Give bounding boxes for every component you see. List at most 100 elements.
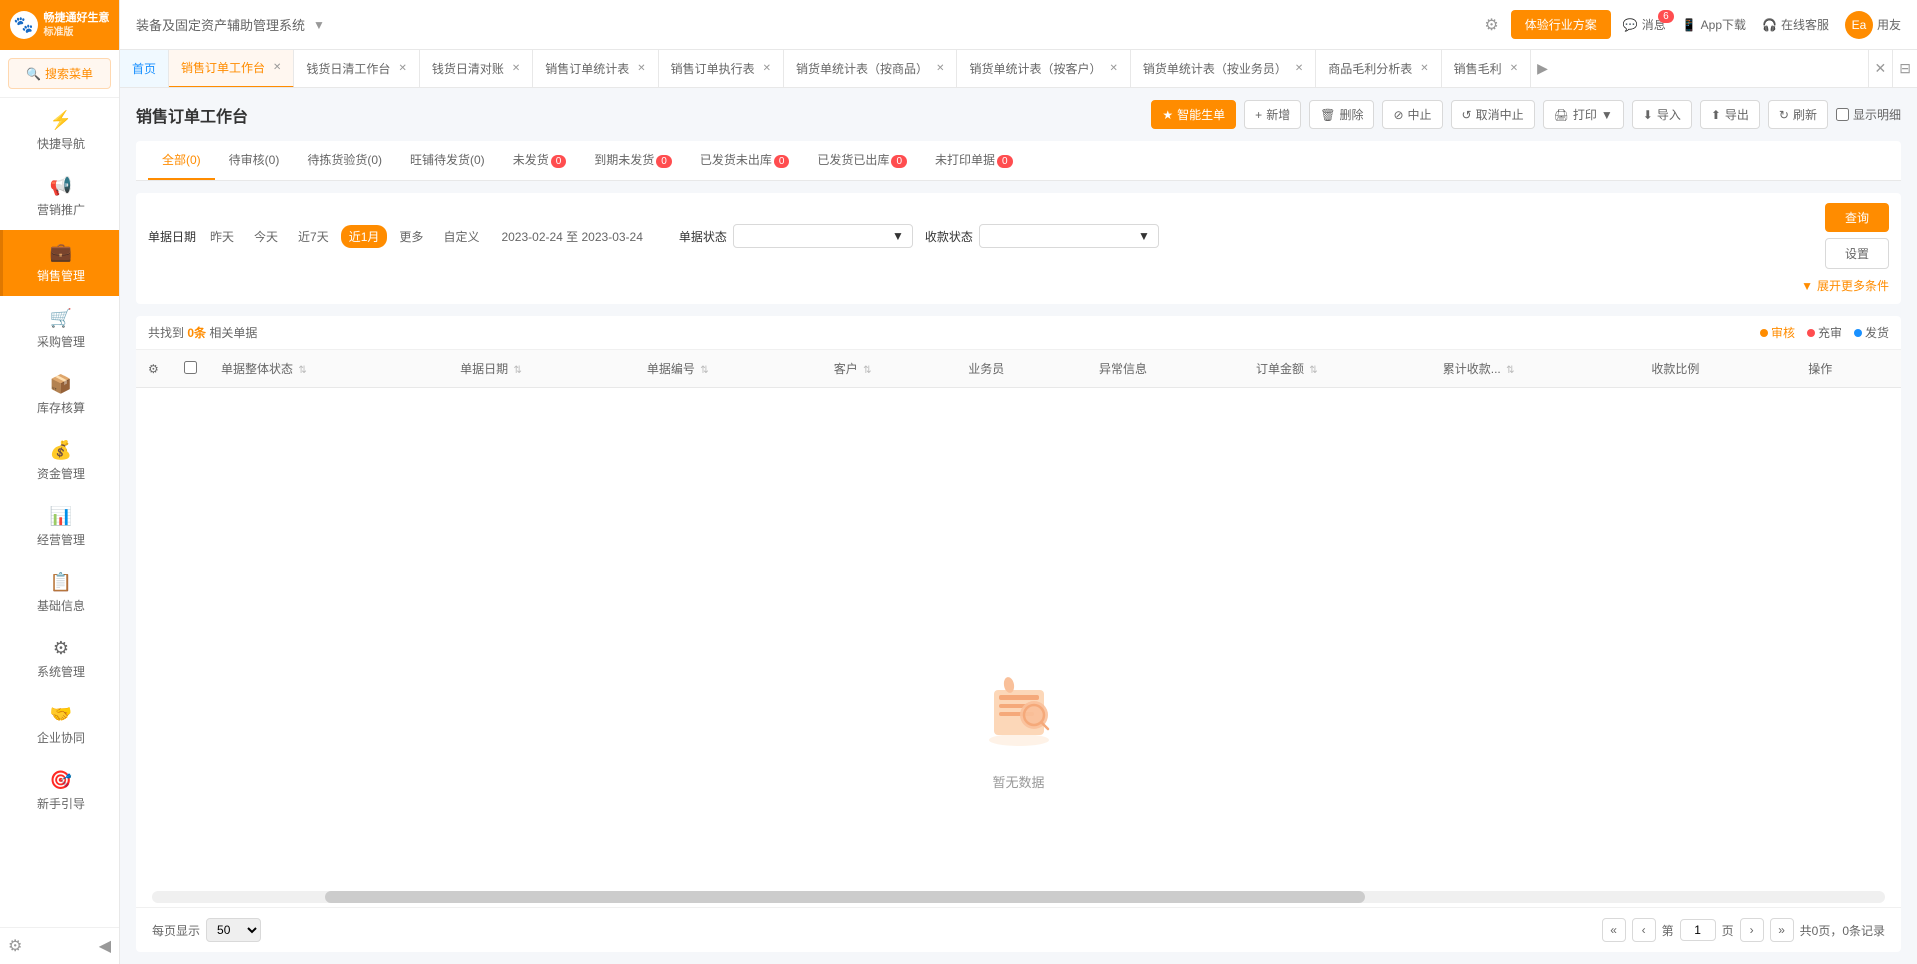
close-all-tabs-button[interactable]: ⊟ xyxy=(1892,50,1917,88)
refresh-button[interactable]: ↻ 刷新 xyxy=(1768,100,1828,129)
user-menu-button[interactable]: Ea 用友 xyxy=(1845,11,1901,39)
sidebar-item-sales[interactable]: 💼 销售管理 xyxy=(0,230,119,296)
close-current-tab-button[interactable]: ✕ xyxy=(1868,50,1893,88)
sidebar-item-quick-nav[interactable]: ⚡ 快捷导航 xyxy=(0,98,119,164)
delete-button[interactable]: 🗑 删除 xyxy=(1309,100,1374,129)
close-tab-cash-reconcile[interactable]: ✕ xyxy=(512,63,520,74)
tab-sales-workbench[interactable]: 销售订单工作台 ✕ xyxy=(169,50,294,88)
close-tab-sales-stats[interactable]: ✕ xyxy=(637,63,645,74)
sub-tab-pending-audit[interactable]: 待审核(0) xyxy=(215,141,294,180)
close-tab-cash-daily[interactable]: ✕ xyxy=(398,63,406,74)
cancel-stop-button[interactable]: ↺ 取消中止 xyxy=(1451,100,1535,129)
print-button[interactable]: 🖨 打印 ▼ xyxy=(1543,100,1624,129)
sub-tab-pending-inspect[interactable]: 待拣货验货(0) xyxy=(293,141,396,180)
solution-button[interactable]: 体验行业方案 xyxy=(1511,10,1611,39)
import-button[interactable]: ⬇ 导入 xyxy=(1632,100,1692,129)
tab-sales-exec[interactable]: 销售订单执行表 ✕ xyxy=(659,50,784,88)
expand-more-button[interactable]: ▼ 展开更多条件 xyxy=(1801,277,1889,294)
sort-status-icon[interactable]: ⇅ xyxy=(298,365,306,376)
sub-tab-expired-not-shipped[interactable]: 到期未发货0 xyxy=(580,141,686,180)
sidebar-item-guide[interactable]: 🎯 新手引导 xyxy=(0,758,119,824)
tab-sales-summary-customer[interactable]: 销货单统计表（按客户） ✕ xyxy=(957,50,1130,88)
query-button[interactable]: 查询 xyxy=(1825,203,1889,232)
close-tab-sales-exec[interactable]: ✕ xyxy=(763,63,771,74)
add-button[interactable]: + 新增 xyxy=(1244,100,1301,129)
page-number-input[interactable] xyxy=(1680,919,1716,941)
sidebar-item-basic-info[interactable]: 📋 基础信息 xyxy=(0,560,119,626)
tab-sales-stats[interactable]: 销售订单统计表 ✕ xyxy=(533,50,658,88)
sub-tab-not-printed[interactable]: 未打印单据0 xyxy=(921,141,1027,180)
sort-customer-icon[interactable]: ⇅ xyxy=(863,365,871,376)
date-btn-1month[interactable]: 近1月 xyxy=(341,225,388,248)
col-settings[interactable]: ⚙ xyxy=(136,350,172,388)
topbar-right: 💬 消息 6 📱 App下载 🎧 在线客服 Ea 用友 xyxy=(1623,11,1901,39)
close-tab-gross-profit[interactable]: ✕ xyxy=(1420,63,1428,74)
sort-amount-icon[interactable]: ⇅ xyxy=(1309,365,1317,376)
settings-bottom-button[interactable]: ⚙ xyxy=(8,936,22,956)
first-page-button[interactable]: « xyxy=(1602,918,1626,942)
sub-tab-not-shipped[interactable]: 未发货0 xyxy=(499,141,581,180)
collapse-sidebar-button[interactable]: ◀ xyxy=(99,936,111,956)
date-btn-yesterday[interactable]: 昨天 xyxy=(202,225,242,248)
close-tab-sales-workbench[interactable]: ✕ xyxy=(273,62,281,73)
export-button[interactable]: ⬆ 导出 xyxy=(1700,100,1760,129)
tab-sales-summary-product[interactable]: 销货单统计表（按商品） ✕ xyxy=(784,50,957,88)
show-detail-checkbox[interactable] xyxy=(1836,108,1849,121)
tab-sales-summary-staff[interactable]: 销货单统计表（按业务员） ✕ xyxy=(1131,50,1316,88)
sort-number-icon[interactable]: ⇅ xyxy=(700,365,708,376)
tab-home[interactable]: 首页 xyxy=(120,50,169,88)
search-menu-button[interactable]: 🔍 搜索菜单 xyxy=(8,58,111,89)
date-btn-7days[interactable]: 近7天 xyxy=(290,225,337,248)
message-button[interactable]: 💬 消息 6 xyxy=(1623,16,1666,33)
date-btn-more[interactable]: 更多 xyxy=(391,225,431,248)
sidebar-item-operations[interactable]: 📊 经营管理 xyxy=(0,494,119,560)
sidebar-item-system[interactable]: ⚙ 系统管理 xyxy=(0,626,119,692)
next-page-button[interactable]: › xyxy=(1740,918,1764,942)
close-tab-staff[interactable]: ✕ xyxy=(1295,63,1303,74)
sidebar-item-finance[interactable]: 💰 资金管理 xyxy=(0,428,119,494)
page-size-select[interactable]: 10 20 50 100 xyxy=(206,918,261,942)
online-service-button[interactable]: 🎧 在线客服 xyxy=(1762,16,1829,33)
tabs-more-button[interactable]: ▶ xyxy=(1531,50,1554,88)
last-page-button[interactable]: » xyxy=(1770,918,1794,942)
tab-cash-reconcile[interactable]: 钱货日清对账 ✕ xyxy=(420,50,533,88)
select-all-checkbox[interactable] xyxy=(184,361,197,374)
col-status: 单据整体状态 ⇅ xyxy=(209,350,448,388)
system-dropdown-button[interactable]: ▼ xyxy=(313,18,325,32)
payment-select[interactable]: ▼ xyxy=(979,224,1159,248)
date-btn-custom[interactable]: 自定义 xyxy=(435,225,487,248)
stop-button[interactable]: ⊘ 中止 xyxy=(1382,100,1442,129)
sub-tab-wangpu-ship[interactable]: 旺铺待发货(0) xyxy=(396,141,499,180)
sub-tab-shipped-not-out[interactable]: 已发货未出库0 xyxy=(686,141,804,180)
smart-generate-button[interactable]: ★ 智能生单 xyxy=(1151,100,1236,129)
set-button[interactable]: 设置 xyxy=(1825,238,1889,269)
sub-tab-shipped-out[interactable]: 已发货已出库0 xyxy=(803,141,921,180)
date-btn-today[interactable]: 今天 xyxy=(246,225,286,248)
horizontal-scrollbar[interactable] xyxy=(152,891,1885,903)
sidebar-item-marketing[interactable]: 📢 营销推广 xyxy=(0,164,119,230)
tab-gross-profit[interactable]: 商品毛利分析表 ✕ xyxy=(1316,50,1441,88)
content-inner: 销售订单工作台 ★ 智能生单 + 新增 🗑 删除 ⊘ xyxy=(120,88,1917,964)
sidebar-item-inventory[interactable]: 📦 库存核算 xyxy=(0,362,119,428)
audit-action-button[interactable]: 审核 xyxy=(1760,324,1795,341)
topbar-settings-icon[interactable]: ⚙ xyxy=(1484,15,1498,35)
sub-tab-all[interactable]: 全部(0) xyxy=(148,141,215,180)
sidebar-item-purchase[interactable]: 🛒 采购管理 xyxy=(0,296,119,362)
delete-icon: 🗑 xyxy=(1320,108,1335,122)
close-tab-customer[interactable]: ✕ xyxy=(1109,63,1117,74)
sort-date-icon[interactable]: ⇅ xyxy=(513,365,521,376)
cancel-audit-action-button[interactable]: 充审 xyxy=(1807,324,1842,341)
tab-sales-profit[interactable]: 销售毛利 ✕ xyxy=(1442,50,1531,88)
ship-action-button[interactable]: 发货 xyxy=(1854,324,1889,341)
app-download-button[interactable]: 📱 App下载 xyxy=(1682,16,1746,33)
prev-page-button[interactable]: ‹ xyxy=(1632,918,1656,942)
scrollbar-thumb[interactable] xyxy=(325,891,1365,903)
tab-cash-daily[interactable]: 钱货日清工作台 ✕ xyxy=(294,50,419,88)
col-staff: 业务员 xyxy=(956,350,1087,388)
close-tab-sales-profit[interactable]: ✕ xyxy=(1510,63,1518,74)
status-select[interactable]: ▼ xyxy=(733,224,913,248)
sidebar-item-cooperation[interactable]: 🤝 企业协同 xyxy=(0,692,119,758)
sort-received-icon[interactable]: ⇅ xyxy=(1506,365,1514,376)
close-tab-product[interactable]: ✕ xyxy=(936,63,944,74)
show-detail-label[interactable]: 显示明细 xyxy=(1836,106,1901,123)
